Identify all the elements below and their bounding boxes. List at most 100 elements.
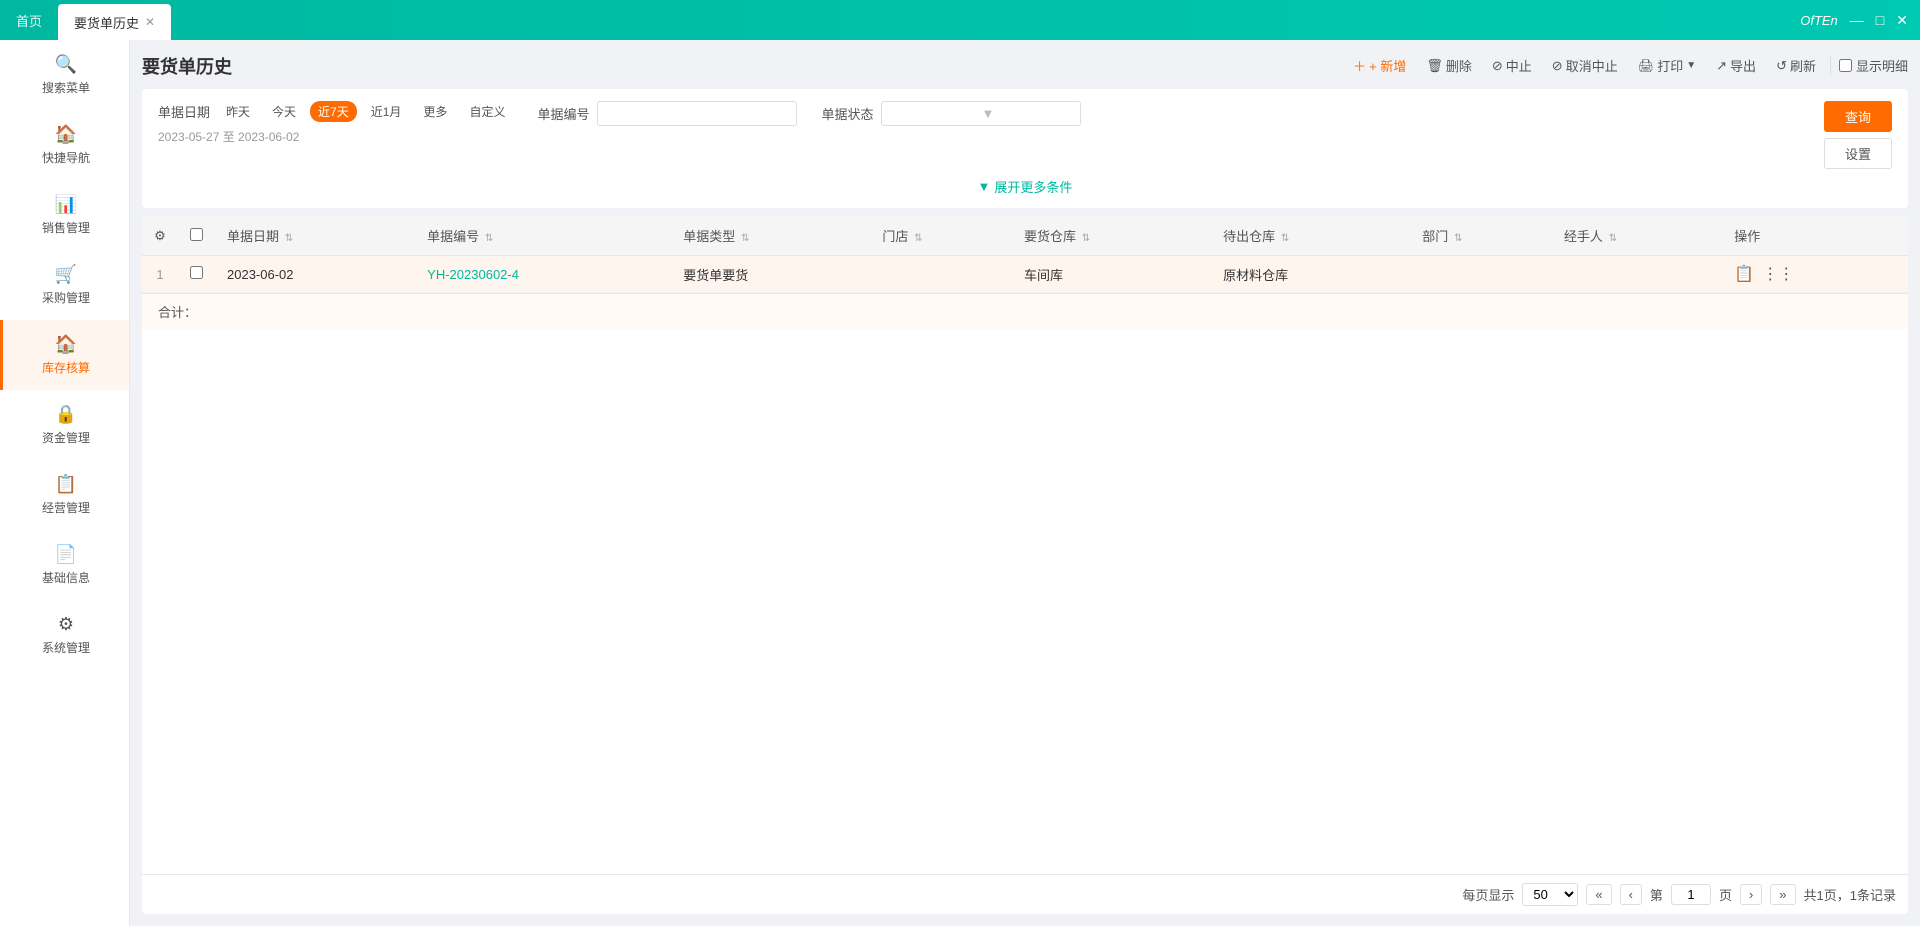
- cancel-suspend-button[interactable]: ⊘ 取消中止: [1546, 52, 1624, 79]
- th-handler[interactable]: 经手人 ⇅: [1552, 216, 1722, 256]
- date-chip-today[interactable]: 今天: [264, 101, 304, 122]
- close-tab-icon[interactable]: ✕: [145, 15, 155, 29]
- table-wrap: ⚙ 单据日期 ⇅ 单据编号 ⇅ 单据类型: [142, 216, 1908, 914]
- sidebar-item-system[interactable]: ⚙ 系统管理: [0, 600, 129, 670]
- select-all-checkbox[interactable]: [190, 228, 203, 241]
- th-date[interactable]: 单据日期 ⇅: [215, 216, 415, 256]
- date-chip-custom[interactable]: 自定义: [461, 101, 513, 122]
- new-icon: ＋: [1353, 56, 1366, 75]
- table-spacer: [142, 329, 1908, 874]
- refresh-icon: ↺: [1776, 58, 1787, 74]
- row-checkbox[interactable]: [190, 266, 203, 279]
- pagination: 每页显示 50 10 20 100 « ‹ 第 1 页 › » 共1页，1条记录: [142, 874, 1908, 914]
- sidebar-item-finance[interactable]: 🔒 资金管理: [0, 390, 129, 460]
- order-no-link[interactable]: YH-20230602-4: [427, 267, 519, 282]
- sort-date-icon: ⇅: [285, 233, 293, 244]
- sidebar-item-purchase[interactable]: 🛒 采购管理: [0, 250, 129, 320]
- sidebar-item-inventory[interactable]: 🏠 库存核算: [0, 320, 129, 390]
- per-page-select[interactable]: 50 10 20 100: [1522, 883, 1578, 906]
- sort-store-icon: ⇅: [914, 233, 922, 244]
- search-menu-icon: 🔍: [55, 54, 77, 75]
- td-req-warehouse: 车间库: [1012, 256, 1211, 293]
- td-pending-warehouse: 原材料仓库: [1211, 256, 1410, 293]
- th-pending-warehouse[interactable]: 待出仓库 ⇅: [1211, 216, 1410, 256]
- quick-nav-icon: 🏠: [55, 124, 77, 145]
- tab-list: 首页 要货单历史 ✕: [0, 0, 171, 40]
- sort-dept-icon: ⇅: [1454, 233, 1462, 244]
- refresh-button[interactable]: ↺ 刷新: [1770, 52, 1822, 79]
- th-action: 操作: [1722, 216, 1908, 256]
- table-footer-summary: 合计：: [142, 293, 1908, 329]
- order-no-filter-section: 单据编号: [537, 101, 797, 126]
- toolbar: ＋ + 新增 🗑 删除 ⊘ 中止 ⊘ 取消中止 🖨 打印: [1347, 52, 1908, 79]
- date-chip-yesterday[interactable]: 昨天: [218, 101, 258, 122]
- td-order-no[interactable]: YH-20230602-4: [415, 256, 671, 293]
- th-order-type[interactable]: 单据类型 ⇅: [671, 216, 870, 256]
- row-edit-icon[interactable]: 📋: [1734, 264, 1754, 284]
- maximize-icon[interactable]: □: [1876, 12, 1884, 28]
- query-button[interactable]: 查询: [1824, 101, 1892, 132]
- display-detail-toggle[interactable]: 显示明细: [1839, 56, 1908, 75]
- row-more-icon[interactable]: ⋮⋮: [1762, 264, 1794, 284]
- brand-label: OfTEn: [1800, 13, 1838, 28]
- th-store[interactable]: 门店 ⇅: [870, 216, 1012, 256]
- date-filter-label: 单据日期: [158, 102, 210, 121]
- data-table: ⚙ 单据日期 ⇅ 单据编号 ⇅ 单据类型: [142, 216, 1908, 293]
- page-input[interactable]: 1: [1671, 884, 1711, 905]
- th-checkbox: [178, 216, 215, 256]
- last-page-btn[interactable]: »: [1770, 884, 1795, 905]
- delete-button[interactable]: 🗑 删除: [1420, 52, 1478, 79]
- inventory-icon: 🏠: [55, 334, 77, 355]
- page-unit: 页: [1719, 885, 1732, 904]
- sidebar-item-operations[interactable]: 📋 经营管理: [0, 460, 129, 530]
- status-filter-section: 单据状态 ▼: [821, 101, 1081, 126]
- prev-page-btn[interactable]: ‹: [1620, 884, 1642, 905]
- status-dropdown-icon: ▼: [981, 106, 1072, 121]
- setting-button[interactable]: 设置: [1824, 138, 1892, 169]
- status-label: 单据状态: [821, 104, 873, 123]
- expand-more-btn[interactable]: ▼ 展开更多条件: [158, 177, 1892, 196]
- date-chip-1month[interactable]: 近1月: [363, 101, 410, 122]
- sidebar-item-sales[interactable]: 📊 销售管理: [0, 180, 129, 250]
- date-chip-more[interactable]: 更多: [415, 101, 455, 122]
- status-select[interactable]: ▼: [881, 101, 1081, 126]
- sales-icon: 📊: [55, 194, 77, 215]
- expand-more-icon: ▼: [978, 179, 991, 194]
- basic-info-icon: 📄: [55, 544, 77, 565]
- expand-more-label: 展开更多条件: [994, 177, 1072, 196]
- date-chip-7days[interactable]: 近7天: [310, 101, 357, 122]
- sidebar-item-quick-nav[interactable]: 🏠 快捷导航: [0, 110, 129, 180]
- date-filter-inner: 单据日期 昨天 今天 近7天 近1月 更多 自定义: [158, 101, 513, 122]
- new-button[interactable]: ＋ + 新增: [1347, 52, 1412, 79]
- print-button[interactable]: 🖨 打印 ▼: [1632, 52, 1702, 79]
- sort-handler-icon: ⇅: [1609, 233, 1617, 244]
- tab-order-history[interactable]: 要货单历史 ✕: [58, 4, 171, 40]
- page-title: 要货单历史: [142, 53, 1347, 79]
- page-header: 要货单历史 ＋ + 新增 🗑 删除 ⊘ 中止 ⊘ 取消中止: [142, 52, 1908, 79]
- total-info: 共1页，1条记录: [1804, 885, 1896, 904]
- action-buttons: 查询 设置: [1824, 101, 1892, 169]
- sidebar-item-basic-info[interactable]: 📄 基础信息: [0, 530, 129, 600]
- minimize-icon[interactable]: —: [1850, 12, 1864, 28]
- td-action: 📋 ⋮⋮: [1722, 256, 1908, 293]
- first-page-btn[interactable]: «: [1586, 884, 1611, 905]
- th-req-warehouse[interactable]: 要货仓库 ⇅: [1012, 216, 1211, 256]
- th-settings[interactable]: ⚙: [142, 216, 178, 256]
- suspend-icon: ⊘: [1492, 58, 1503, 74]
- order-no-input[interactable]: [597, 101, 797, 126]
- close-window-icon[interactable]: ✕: [1896, 12, 1908, 29]
- display-detail-checkbox[interactable]: [1839, 59, 1852, 72]
- export-button[interactable]: ↗ 导出: [1710, 52, 1762, 79]
- print-icon: 🖨: [1638, 58, 1655, 74]
- status-inner: 单据状态 ▼: [821, 101, 1081, 126]
- th-order-no[interactable]: 单据编号 ⇅: [415, 216, 671, 256]
- tab-home[interactable]: 首页: [0, 0, 58, 40]
- export-icon: ↗: [1716, 58, 1727, 74]
- table-row: 1 2023-06-02 YH-20230602-4 要货单要货: [142, 256, 1908, 293]
- suspend-button[interactable]: ⊘ 中止: [1486, 52, 1538, 79]
- finance-icon: 🔒: [55, 404, 77, 425]
- sidebar-item-search-menu[interactable]: 🔍 搜索菜单: [0, 40, 129, 110]
- next-page-btn[interactable]: ›: [1740, 884, 1762, 905]
- th-dept[interactable]: 部门 ⇅: [1410, 216, 1552, 256]
- date-filter-section: 单据日期 昨天 今天 近7天 近1月 更多 自定义 2023-05-27 至 2…: [158, 101, 513, 145]
